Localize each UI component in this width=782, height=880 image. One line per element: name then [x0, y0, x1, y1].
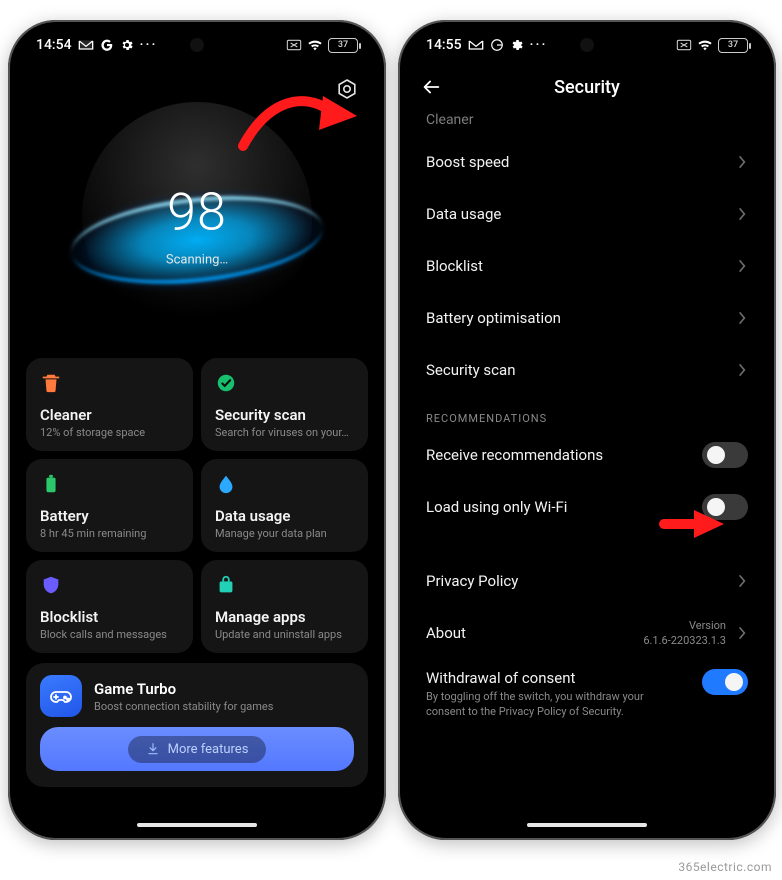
tile-security-scan[interactable]: Security scan Search for viruses on your… [201, 358, 368, 451]
security-score: 98 [167, 182, 227, 243]
row-battery-optimisation[interactable]: Battery optimisation [422, 292, 752, 344]
section-recommendations: RECOMMENDATIONS [426, 412, 748, 425]
security-score-widget[interactable]: 98 Scanning… [14, 102, 380, 352]
gamepad-icon [40, 675, 82, 717]
more-icon: ··· [530, 37, 548, 53]
row-receive-recommendations[interactable]: Receive recommendations [422, 429, 752, 481]
tile-subtitle: Block calls and messages [40, 628, 179, 641]
tile-subtitle: Manage your data plan [215, 527, 354, 540]
about-version-value: 6.1.6-220323.1.3 [643, 634, 726, 647]
row-blocklist[interactable]: Blocklist [422, 240, 752, 292]
row-privacy-policy[interactable]: Privacy Policy [422, 555, 752, 607]
trash-icon [40, 372, 62, 394]
scan-status: Scanning… [166, 252, 228, 267]
gear-icon [120, 38, 134, 52]
tile-subtitle: Update and uninstall apps [215, 628, 354, 641]
tile-title: Security scan [215, 406, 354, 424]
tile-blocklist[interactable]: Blocklist Block calls and messages [26, 560, 193, 653]
battery-icon [40, 473, 62, 495]
titlebar: Security [404, 64, 770, 110]
chevron-right-icon [736, 573, 748, 589]
row-boost-speed[interactable]: Boost speed [422, 136, 752, 188]
tile-title: Manage apps [215, 608, 354, 626]
gear-icon [510, 38, 524, 52]
gesture-bar[interactable] [527, 823, 647, 827]
row-withdrawal-consent[interactable]: Withdrawal of consent By toggling off th… [422, 659, 752, 726]
wifi-icon [307, 38, 323, 52]
page-title: Security [420, 77, 754, 98]
row-security-scan[interactable]: Security scan [422, 344, 752, 396]
tile-battery[interactable]: Battery 8 hr 45 min remaining [26, 459, 193, 552]
promo-sub: Boost connection stability for games [94, 700, 273, 713]
clock-text: 14:54 [36, 37, 72, 53]
gmail-icon [468, 39, 484, 51]
tile-title: Blocklist [40, 608, 179, 626]
settings-button[interactable] [330, 72, 364, 106]
tile-title: Cleaner [40, 406, 179, 424]
tile-subtitle: 8 hr 45 min remaining [40, 527, 179, 540]
google-icon [490, 38, 504, 52]
chevron-right-icon [736, 362, 748, 378]
gesture-bar[interactable] [137, 823, 257, 827]
camera-notch [580, 38, 594, 52]
about-version-label: Version [689, 619, 726, 632]
shield-icon [40, 574, 62, 596]
tile-subtitle: 12% of storage space [40, 426, 179, 439]
google-icon [100, 38, 114, 52]
feature-tiles: Cleaner 12% of storage space Security scan… [14, 358, 380, 653]
battery-indicator: 37 [328, 38, 358, 53]
apps-icon [215, 574, 237, 596]
toggle-withdrawal-consent[interactable] [702, 669, 748, 695]
chevron-right-icon [736, 206, 748, 222]
row-load-using-only-wi-fi[interactable]: Load using only Wi-Fi [422, 481, 752, 533]
more-features-pill[interactable]: More features [128, 736, 267, 763]
chevron-right-icon [736, 154, 748, 170]
chevron-right-icon [736, 310, 748, 326]
row-about[interactable]: About Version 6.1.6-220323.1.3 [422, 607, 752, 659]
game-turbo-card[interactable]: Game Turbo Boost connection stability fo… [26, 663, 368, 787]
tile-title: Battery [40, 507, 179, 525]
toggle-load-using-only-wi-fi[interactable] [702, 494, 748, 520]
promo-banner[interactable]: More features [40, 727, 354, 771]
tile-subtitle: Search for viruses on your… [215, 426, 354, 439]
battery-indicator: 37 [718, 38, 748, 53]
more-icon: ··· [140, 37, 158, 53]
tile-title: Data usage [215, 507, 354, 525]
watermark: 365electric.com [678, 860, 772, 874]
wifi-icon [697, 38, 713, 52]
promo-title: Game Turbo [94, 680, 273, 698]
chevron-right-icon [736, 258, 748, 274]
no-sim-icon [286, 38, 302, 52]
chevron-right-icon [736, 625, 748, 641]
tile-manage-apps[interactable]: Manage apps Update and uninstall apps [201, 560, 368, 653]
tile-data-usage[interactable]: Data usage Manage your data plan [201, 459, 368, 552]
clipped-row-cleaner[interactable]: Cleaner [426, 112, 748, 128]
clock-text: 14:55 [426, 37, 462, 53]
tile-cleaner[interactable]: Cleaner 12% of storage space [26, 358, 193, 451]
no-sim-icon [676, 38, 692, 52]
drop-icon [215, 473, 237, 495]
consent-description: By toggling off the switch, you withdraw… [426, 690, 676, 720]
phone-security-dashboard: 14:54 ··· 37 98 Scanning… [8, 20, 386, 840]
row-data-usage[interactable]: Data usage [422, 188, 752, 240]
camera-notch [190, 38, 204, 52]
phone-security-settings: 14:55 ··· 37 Security Cleaner Boost spee… [398, 20, 776, 840]
toggle-receive-recommendations[interactable] [702, 442, 748, 468]
gmail-icon [78, 39, 94, 51]
shield-check-icon [215, 372, 237, 394]
